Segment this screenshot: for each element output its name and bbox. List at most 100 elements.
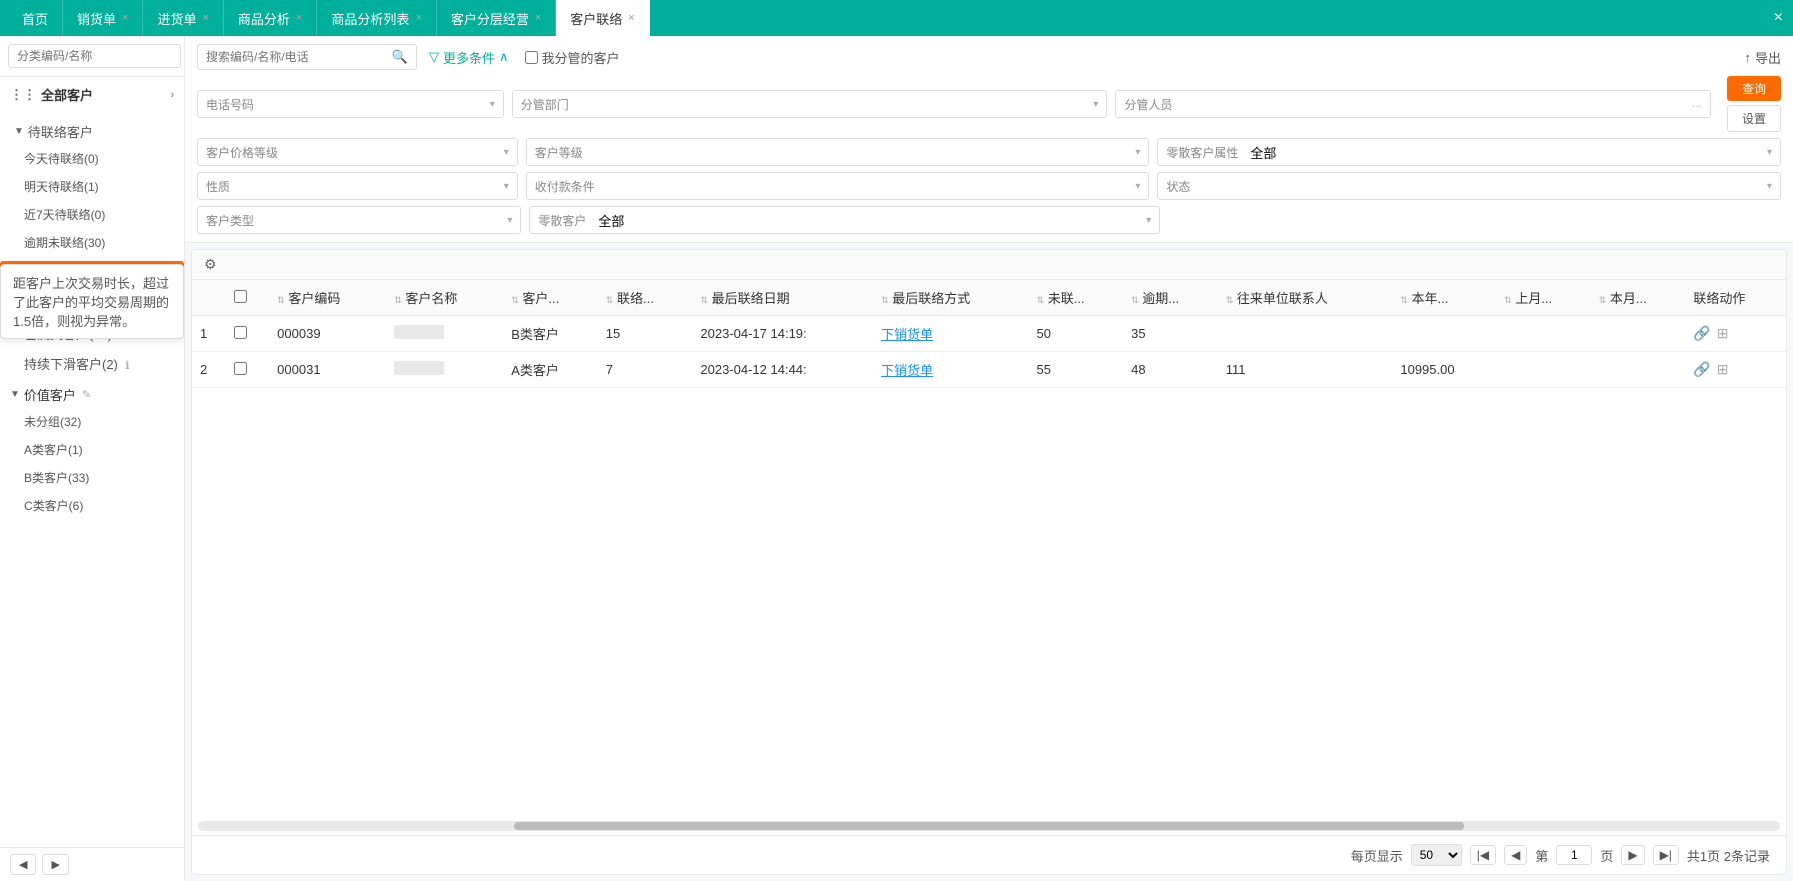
sidebar-prev-btn[interactable]: ◀	[10, 854, 36, 875]
close-window-button[interactable]: ×	[1774, 9, 1783, 27]
page-number-input[interactable]	[1556, 845, 1592, 865]
sidebar-item-declining[interactable]: 持续下滑客户(2) ℹ	[0, 350, 184, 380]
edit-icon[interactable]: ✎	[82, 388, 91, 401]
sidebar-item-today[interactable]: 今天待联络(0)	[0, 145, 184, 173]
name-placeholder	[394, 361, 444, 375]
grid-action-icon[interactable]: ⊞	[1717, 325, 1729, 342]
col-last-month[interactable]: ⇅ 上月...	[1496, 280, 1591, 316]
col-customer-type[interactable]: ⇅ 客户...	[503, 280, 598, 316]
grid-action-icon[interactable]: ⊞	[1717, 361, 1729, 378]
row-select-checkbox[interactable]	[234, 326, 247, 339]
row-actions: 🔗 ⊞	[1685, 352, 1786, 388]
first-page-button[interactable]: |◀	[1470, 845, 1496, 865]
col-contact-person[interactable]: ⇅ 往来单位联系人	[1218, 280, 1393, 316]
col-this-month[interactable]: ⇅ 本月...	[1591, 280, 1686, 316]
close-icon[interactable]: ×	[122, 12, 128, 24]
tab-purchase[interactable]: 进货单 ×	[143, 0, 223, 36]
filter-status[interactable]: 状态 ▾	[1157, 172, 1781, 200]
tab-customer-contact[interactable]: 客户联络 ×	[556, 0, 649, 36]
filter-retail-customer[interactable]: 零散客户 全部 ▾	[529, 206, 1160, 234]
customer-table: ⇅ 客户编码 ⇅ 客户名称 ⇅ 客户...	[192, 280, 1786, 388]
search-icon[interactable]: 🔍	[392, 49, 408, 65]
horizontal-scrollbar[interactable]	[198, 821, 1780, 831]
arrow-icon: ▼	[10, 389, 20, 400]
filter-gender[interactable]: 性质 ▾	[197, 172, 518, 200]
chevron-down-icon: ▾	[1146, 215, 1151, 226]
sidebar-item-overdue[interactable]: 逾期未联络(30)	[0, 229, 184, 257]
close-icon[interactable]: ×	[296, 12, 302, 24]
sidebar-item-b-class[interactable]: B类客户(33)	[0, 464, 184, 492]
tab-sales[interactable]: 销货单 ×	[63, 0, 143, 36]
link-action-icon[interactable]: 🔗	[1693, 325, 1710, 342]
filter-icon: ▽	[429, 49, 439, 65]
filter-department[interactable]: 分管部门 ▾	[512, 90, 1108, 118]
col-contact-count[interactable]: ⇅ 联络...	[598, 280, 693, 316]
chevron-up-icon: ∧	[499, 49, 509, 65]
filter-customer-level[interactable]: 客户等级 ▾	[526, 138, 1150, 166]
filter-phone[interactable]: 电话号码 ▾	[197, 90, 504, 118]
row-last-method[interactable]: 下销货单	[873, 316, 1028, 352]
filter-retail-attr[interactable]: 零散客户属性 全部 ▾	[1157, 138, 1781, 166]
chevron-down-icon: ▾	[490, 99, 495, 110]
col-name[interactable]: ⇅ 客户名称	[386, 280, 503, 316]
pending-contact-header[interactable]: ▼ 待联络客户	[0, 116, 184, 145]
more-conditions-btn[interactable]: ▽ 更多条件 ∧	[429, 48, 509, 67]
select-all-checkbox[interactable]	[234, 290, 247, 303]
sidebar-search-input[interactable]	[8, 44, 181, 68]
scroll-thumb[interactable]	[514, 822, 1463, 830]
filter-price-level[interactable]: 客户价格等级 ▾	[197, 138, 518, 166]
col-code[interactable]: ⇅ 客户编码	[269, 280, 386, 316]
col-this-year[interactable]: ⇅ 本年...	[1392, 280, 1496, 316]
last-page-button[interactable]: ▶|	[1653, 845, 1679, 865]
my-customers-checkbox[interactable]: 我分管的客户	[525, 48, 620, 67]
tab-customer-ops[interactable]: 客户分层经营 ×	[437, 0, 556, 36]
sidebar: 🔍 ⋮⋮ 全部客户 › ▼ 待联络客户 今天待联络(0) 明天待联络(1) 近7…	[0, 36, 185, 881]
table-section: ⚙ ⇅ 客户编码 ⇅ 客户名	[191, 249, 1787, 875]
tab-product-analysis[interactable]: 商品分析 ×	[224, 0, 317, 36]
main-layout: 🔍 ⋮⋮ 全部客户 › ▼ 待联络客户 今天待联络(0) 明天待联络(1) 近7…	[0, 36, 1793, 881]
row-uncontacted: 55	[1029, 352, 1124, 388]
all-customers-header[interactable]: ⋮⋮ 全部客户 ›	[0, 77, 184, 112]
col-last-contact-date[interactable]: ⇅ 最后联络日期	[692, 280, 873, 316]
sort-icon: ⇅	[606, 295, 614, 305]
sidebar-item-c-class[interactable]: C类客户(6)	[0, 492, 184, 520]
per-page-select[interactable]: 50 100 200	[1411, 844, 1462, 866]
my-customers-check[interactable]	[525, 51, 538, 64]
next-page-button[interactable]: ▶	[1621, 845, 1644, 865]
pagination: 每页显示 50 100 200 |◀ ◀ 第 页 ▶ ▶| 共1页 2条记录	[192, 835, 1786, 874]
filter-payment-terms[interactable]: 收付款条件 ▾	[526, 172, 1150, 200]
row-select-checkbox[interactable]	[234, 362, 247, 375]
sidebar-item-unclassified[interactable]: 未分组(32)	[0, 408, 184, 436]
col-overdue[interactable]: ⇅ 逾期...	[1123, 280, 1218, 316]
filter-manager[interactable]: 分管人员 …	[1115, 90, 1711, 118]
sort-icon: ⇅	[1226, 295, 1234, 305]
export-button[interactable]: ↑ 导出	[1744, 48, 1781, 67]
sidebar-item-7days[interactable]: 近7天待联络(0)	[0, 201, 184, 229]
col-action: 联络动作	[1685, 280, 1786, 316]
query-button[interactable]: 查询	[1727, 76, 1781, 101]
close-icon[interactable]: ×	[535, 12, 541, 24]
sidebar-item-tomorrow[interactable]: 明天待联络(1)	[0, 173, 184, 201]
link-action-icon[interactable]: 🔗	[1693, 361, 1710, 378]
settings-button[interactable]: 设置	[1727, 105, 1781, 132]
sidebar-item-a-class[interactable]: A类客户(1)	[0, 436, 184, 464]
col-uncontacted[interactable]: ⇅ 未联...	[1029, 280, 1124, 316]
chevron-down-icon: ▾	[1135, 181, 1140, 192]
row-last-method[interactable]: 下销货单	[873, 352, 1028, 388]
close-icon[interactable]: ×	[628, 12, 634, 24]
prev-page-button[interactable]: ◀	[1504, 845, 1527, 865]
name-placeholder	[394, 325, 444, 339]
main-content: 🔍 ▽ 更多条件 ∧ 我分管的客户 ↑ 导出	[185, 36, 1793, 881]
close-icon[interactable]: ×	[202, 12, 208, 24]
filter-customer-type[interactable]: 客户类型 ▾	[197, 206, 521, 234]
value-customers-header[interactable]: ▼ 价值客户 ✎	[0, 379, 184, 408]
tab-product-list[interactable]: 商品分析列表 ×	[317, 0, 436, 36]
search-input[interactable]	[206, 50, 392, 64]
sidebar-next-btn[interactable]: ▶	[42, 854, 68, 875]
sort-icon: ⇅	[511, 295, 519, 305]
table-settings-icon[interactable]: ⚙	[204, 256, 217, 273]
col-last-contact-method[interactable]: ⇅ 最后联络方式	[873, 280, 1028, 316]
collapse-icon[interactable]: ›	[170, 89, 174, 101]
tab-home[interactable]: 首页	[8, 0, 63, 36]
close-icon[interactable]: ×	[415, 12, 421, 24]
